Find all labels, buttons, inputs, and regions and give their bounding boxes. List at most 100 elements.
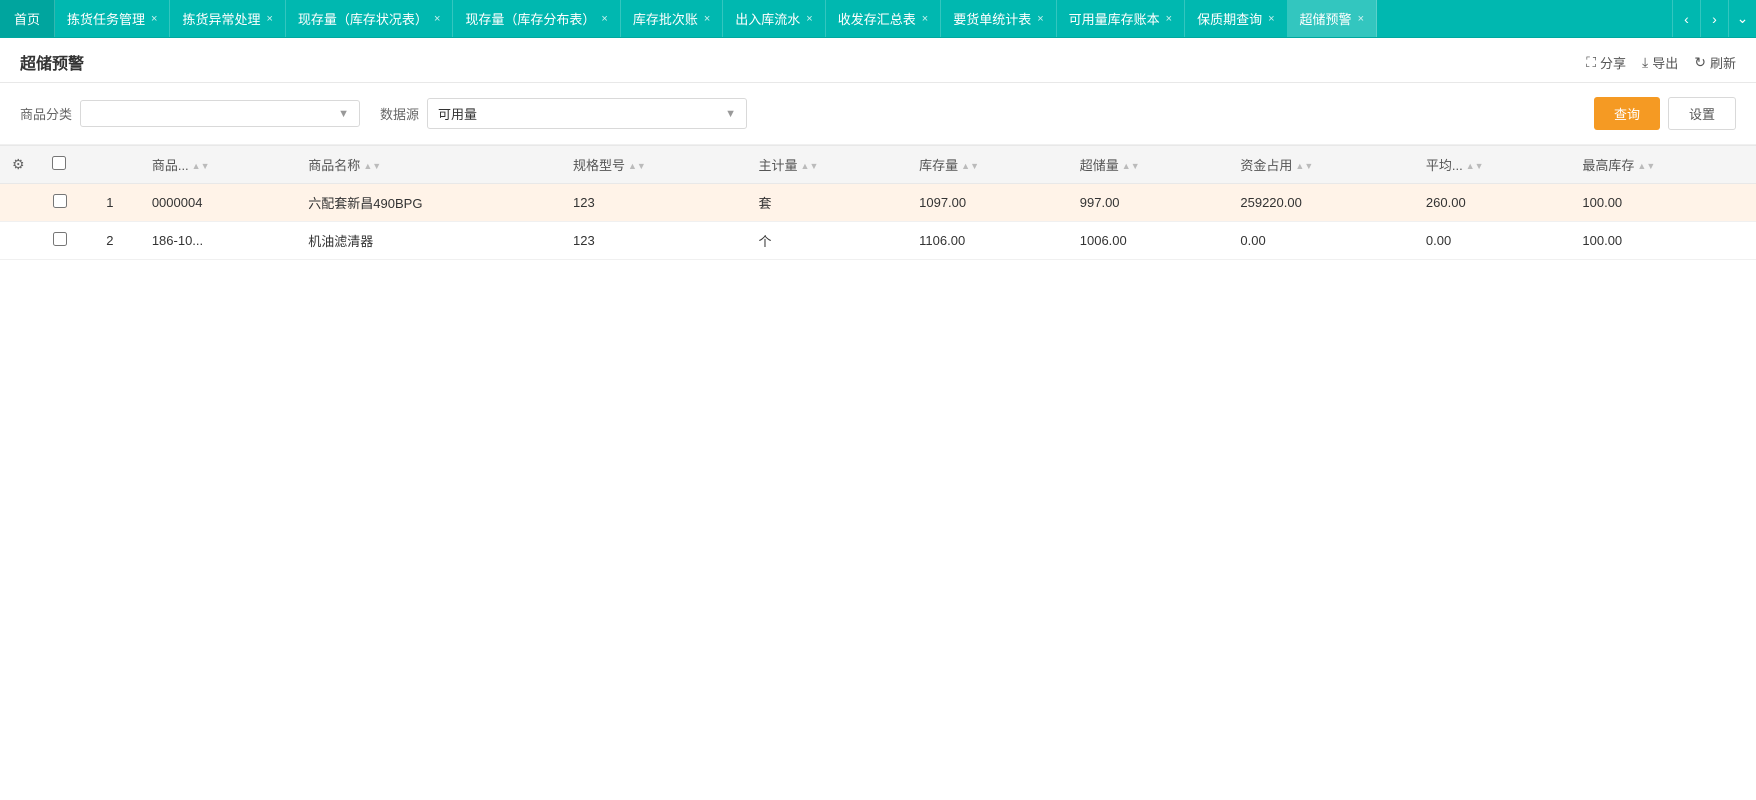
nav-tab-8-label: 可用量库存账本 xyxy=(1069,9,1160,28)
nav-tab-6-label: 收发存汇总表 xyxy=(838,9,916,28)
row-product-code-1: 0000004 xyxy=(140,184,296,222)
row-unit-2: 个 xyxy=(747,222,908,260)
col-header-product-name[interactable]: 商品名称▲▼ xyxy=(296,146,561,184)
nav-tab-10-close[interactable]: × xyxy=(1358,13,1364,25)
nav-tab-5-close[interactable]: × xyxy=(806,13,812,25)
row-2-checkbox[interactable] xyxy=(53,232,67,246)
filter-category: 商品分类 ▼ xyxy=(20,100,360,127)
nav-tab-7-close[interactable]: × xyxy=(1037,13,1043,25)
nav-tab-3-close[interactable]: × xyxy=(601,13,607,25)
share-icon: ⛶ xyxy=(1586,54,1596,71)
filter-datasource: 数据源 可用量 ▼ xyxy=(380,98,747,129)
nav-tab-8-close[interactable]: × xyxy=(1166,13,1172,25)
datasource-dropdown-icon: ▼ xyxy=(725,108,736,120)
sort-icon-avg: ▲▼ xyxy=(1466,162,1484,171)
category-label: 商品分类 xyxy=(20,104,72,123)
sort-icon-unit: ▲▼ xyxy=(801,162,819,171)
datasource-select[interactable]: 可用量 ▼ xyxy=(427,98,747,129)
nav-tab-0[interactable]: 拣货任务管理 × xyxy=(55,0,170,37)
nav-tab-6[interactable]: 收发存汇总表 × xyxy=(826,0,941,37)
sort-icon-capital: ▲▼ xyxy=(1295,162,1313,171)
sort-icon-overstock: ▲▼ xyxy=(1122,162,1140,171)
col-header-max-stock[interactable]: 最高库存▲▼ xyxy=(1570,146,1756,184)
category-dropdown-icon: ▼ xyxy=(338,108,349,120)
row-max-stock-2: 100.00 xyxy=(1570,222,1756,260)
row-index-2: 2 xyxy=(80,222,140,260)
nav-tab-9-close[interactable]: × xyxy=(1268,13,1274,25)
sort-icon-product-name: ▲▼ xyxy=(363,162,381,171)
nav-tab-6-close[interactable]: × xyxy=(922,13,928,25)
settings-gear-icon[interactable]: ⚙ xyxy=(12,156,25,172)
row-avg-2: 0.00 xyxy=(1414,222,1570,260)
nav-tab-7-label: 要货单统计表 xyxy=(953,9,1031,28)
row-overstock-1: 997.00 xyxy=(1068,184,1229,222)
sort-icon-spec: ▲▼ xyxy=(628,162,646,171)
col-header-capital[interactable]: 资金占用▲▼ xyxy=(1228,146,1414,184)
nav-tab-2-label: 现存量（库存状况表） xyxy=(298,9,428,28)
table-row: 2 186-10... 机油滤清器 123 个 1106.00 1006.00 … xyxy=(0,222,1756,260)
category-select-text xyxy=(91,106,95,121)
nav-tab-0-label: 拣货任务管理 xyxy=(67,9,145,28)
row-unit-1: 套 xyxy=(747,184,908,222)
page-header: 超储预警 ⛶ 分享 ⤓ 导出 ↻ 刷新 xyxy=(0,38,1756,83)
row-index-1: 1 xyxy=(80,184,140,222)
nav-tab-9[interactable]: 保质期查询 × xyxy=(1185,0,1287,37)
row-stock-2: 1106.00 xyxy=(907,222,1068,260)
col-header-stock[interactable]: 库存量▲▼ xyxy=(907,146,1068,184)
col-header-spec[interactable]: 规格型号▲▼ xyxy=(561,146,747,184)
refresh-icon: ↻ xyxy=(1694,54,1706,71)
refresh-button[interactable]: ↻ 刷新 xyxy=(1694,53,1736,72)
nav-arrows: ‹ › ⌄ xyxy=(1672,0,1756,37)
sort-icon-max-stock: ▲▼ xyxy=(1637,162,1655,171)
nav-tab-3[interactable]: 现存量（库存分布表） × xyxy=(453,0,620,37)
row-stock-1: 1097.00 xyxy=(907,184,1068,222)
nav-next-arrow[interactable]: › xyxy=(1700,0,1728,37)
col-header-unit[interactable]: 主计量▲▼ xyxy=(747,146,908,184)
nav-tab-4[interactable]: 库存批次账 × xyxy=(621,0,723,37)
row-settings-1 xyxy=(0,184,40,222)
query-button[interactable]: 查询 xyxy=(1594,97,1660,130)
row-spec-1: 123 xyxy=(561,184,747,222)
nav-home[interactable]: 首页 xyxy=(0,0,55,37)
col-header-checkbox xyxy=(40,146,80,184)
category-select[interactable]: ▼ xyxy=(80,100,360,127)
col-header-overstock[interactable]: 超储量▲▼ xyxy=(1068,146,1229,184)
nav-tab-7[interactable]: 要货单统计表 × xyxy=(941,0,1056,37)
nav-tab-1-label: 拣货异常处理 xyxy=(182,9,260,28)
data-table: ⚙ 商品...▲▼ 商品名称▲▼ 规格型号▲▼ 主计量▲▼ xyxy=(0,145,1756,260)
page-title: 超储预警 xyxy=(20,50,84,74)
refresh-label: 刷新 xyxy=(1710,53,1736,72)
nav-tab-0-close[interactable]: × xyxy=(151,13,157,25)
nav-tab-2[interactable]: 现存量（库存状况表） × xyxy=(286,0,453,37)
row-checkbox-1 xyxy=(40,184,80,222)
nav-menu-arrow[interactable]: ⌄ xyxy=(1728,0,1756,37)
nav-tab-10[interactable]: 超储预警 × xyxy=(1288,0,1377,37)
export-label: 导出 xyxy=(1652,53,1678,72)
nav-tab-5-label: 出入库流水 xyxy=(735,9,800,28)
row-settings-2 xyxy=(0,222,40,260)
col-header-index xyxy=(80,146,140,184)
export-icon: ⤓ xyxy=(1642,54,1648,71)
col-header-product-code[interactable]: 商品...▲▼ xyxy=(140,146,296,184)
select-all-checkbox[interactable] xyxy=(52,156,66,170)
datasource-value: 可用量 xyxy=(438,104,477,123)
export-button[interactable]: ⤓ 导出 xyxy=(1642,53,1678,72)
nav-tab-8[interactable]: 可用量库存账本 × xyxy=(1057,0,1185,37)
settings-button[interactable]: 设置 xyxy=(1668,97,1736,130)
datasource-label: 数据源 xyxy=(380,104,419,123)
table-row: 1 0000004 六配套新昌490BPG 123 套 1097.00 997.… xyxy=(0,184,1756,222)
nav-tab-1[interactable]: 拣货异常处理 × xyxy=(170,0,285,37)
nav-tab-1-close[interactable]: × xyxy=(266,13,272,25)
filter-actions: 查询 设置 xyxy=(1594,97,1736,130)
nav-tab-9-label: 保质期查询 xyxy=(1197,9,1262,28)
nav-tab-5[interactable]: 出入库流水 × xyxy=(723,0,825,37)
share-button[interactable]: ⛶ 分享 xyxy=(1586,53,1626,72)
row-max-stock-1: 100.00 xyxy=(1570,184,1756,222)
nav-tab-4-close[interactable]: × xyxy=(704,13,710,25)
row-1-checkbox[interactable] xyxy=(53,194,67,208)
nav-prev-arrow[interactable]: ‹ xyxy=(1672,0,1700,37)
col-header-avg[interactable]: 平均...▲▼ xyxy=(1414,146,1570,184)
col-header-settings: ⚙ xyxy=(0,146,40,184)
nav-tab-2-close[interactable]: × xyxy=(434,13,440,25)
filter-bar: 商品分类 ▼ 数据源 可用量 ▼ 查询 设置 xyxy=(0,83,1756,145)
